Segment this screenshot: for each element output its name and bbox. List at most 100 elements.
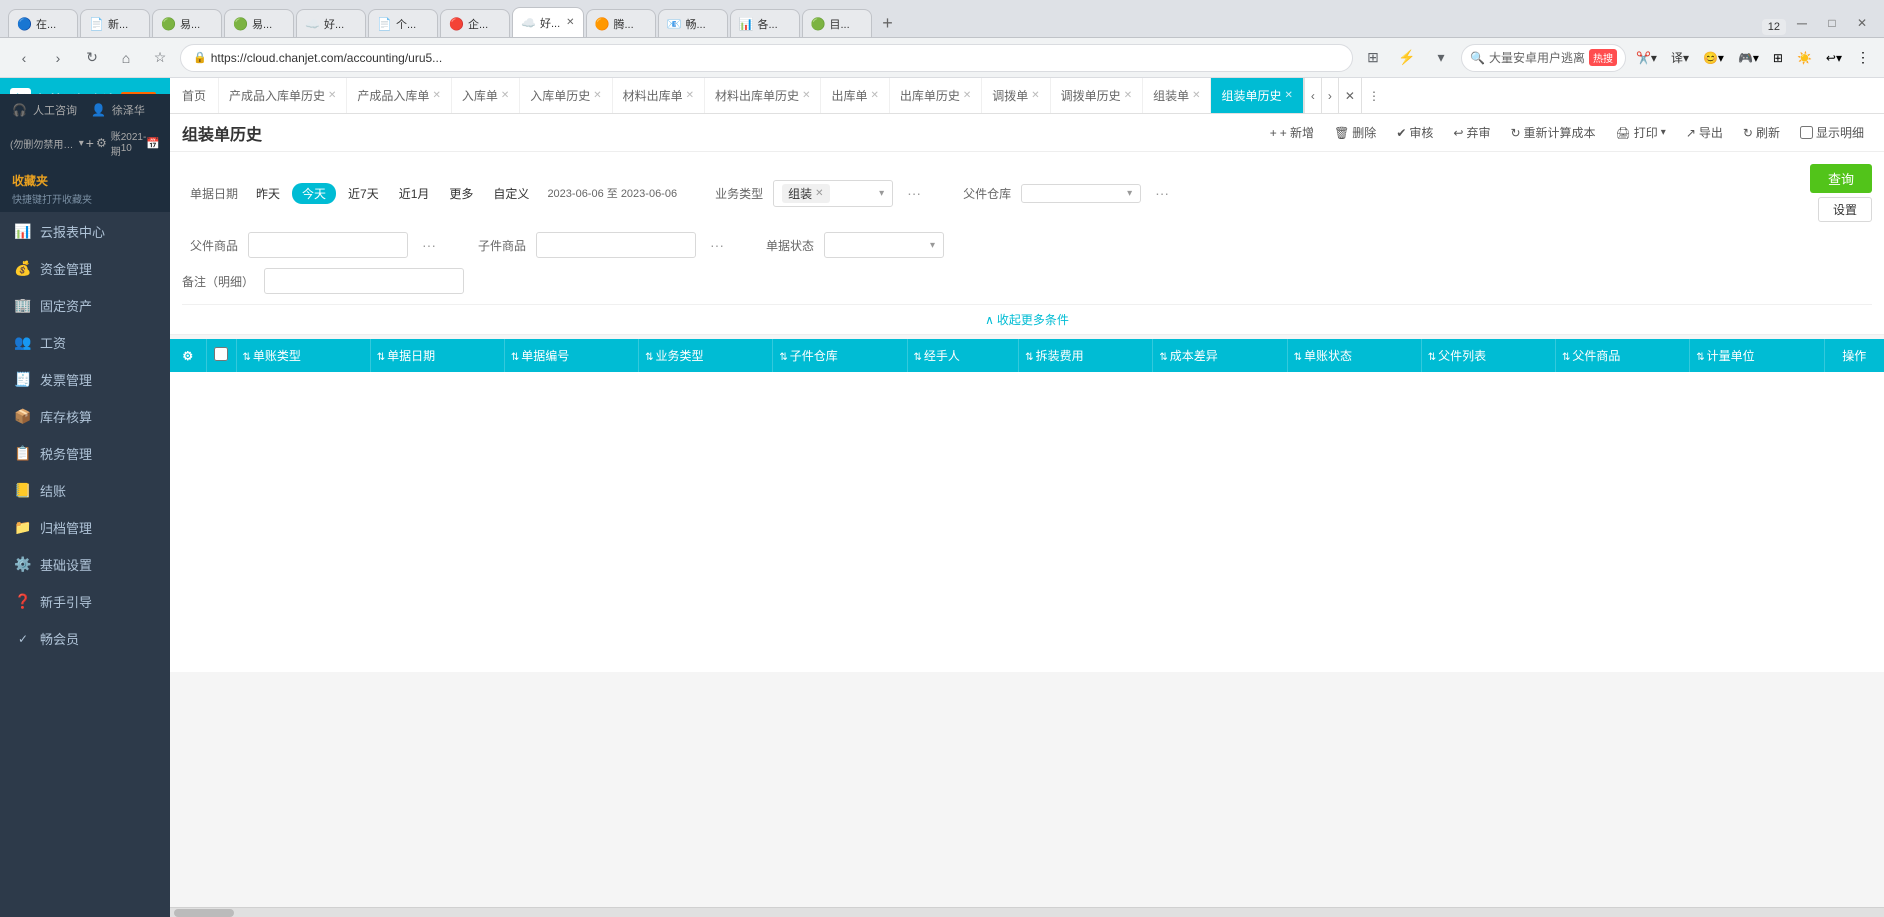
sidebar-item-archive[interactable]: 📁 归档管理 [0,509,170,546]
search-bar[interactable]: 🔍 大量安卓用户逃离 热搜 [1461,44,1626,72]
translate-tool[interactable]: 译▾ [1667,49,1693,66]
browser-tab-1[interactable]: 🔵在... [8,9,78,37]
week7-btn[interactable]: 近7天 [340,183,387,204]
tab-new-button[interactable]: + [874,9,902,37]
query-button[interactable]: 查询 [1810,164,1872,193]
child-goods-more[interactable]: ··· [706,237,728,253]
col-settings[interactable]: ⚙ [170,339,206,372]
nav-tab-transfer-history[interactable]: 调拨单历史 ✕ [1051,78,1143,114]
add-button[interactable]: + + 新增 [1262,120,1322,145]
refresh-button[interactable]: ↻ 刷新 [1735,120,1788,145]
tab-close-assembly[interactable]: ✕ [1192,90,1200,101]
bookmark-button[interactable]: ☆ [146,44,174,72]
biz-type-tag-close[interactable]: ✕ [815,188,823,199]
nav-tab-inbound-history[interactable]: 入库单历史 ✕ [520,78,612,114]
remark-input[interactable] [264,268,464,294]
bookmarks-action[interactable]: 快捷键打开收藏夹 [12,191,158,206]
tab-close-material-out-history[interactable]: ✕ [802,90,810,101]
tab-close-product-history[interactable]: ✕ [328,90,336,101]
nav-tab-material-out[interactable]: 材料出库单 ✕ [613,78,705,114]
print-button[interactable]: 🖨 打印 ▾ [1608,120,1674,145]
sun-tool[interactable]: ☀️ [1793,51,1816,65]
menu-button[interactable]: ⋮ [1852,49,1874,66]
nav-tab-material-out-history[interactable]: 材料出库单历史 ✕ [705,78,821,114]
sidebar-item-inventory[interactable]: 📦 库存核算 [0,398,170,435]
add-company-icon[interactable]: + [86,135,94,151]
browser-tab-8-active[interactable]: ☁️好... ✕ [512,7,584,37]
grid-tool[interactable]: ⊞ [1769,51,1787,65]
sidebar-item-payroll[interactable]: 👥 工资 [0,324,170,361]
col-number[interactable]: ⇅单据编号 [504,339,638,372]
col-doc-type[interactable]: ⇅单账类型 [236,339,370,372]
tab-close-material-out[interactable]: ✕ [686,90,694,101]
sidebar-item-guide[interactable]: ❓ 新手引导 [0,583,170,620]
emoji-tool[interactable]: 😊▾ [1699,51,1728,65]
abandon-button[interactable]: ↩ 弃审 [1445,120,1498,145]
nav-close-all[interactable]: ✕ [1338,78,1361,114]
col-unit[interactable]: ⇅计量单位 [1690,339,1824,372]
browser-tab-10[interactable]: 📧畅... [658,9,728,37]
nav-scroll-right[interactable]: › [1321,78,1338,114]
sidebar-item-invoice[interactable]: 🧾 发票管理 [0,361,170,398]
browser-tab-2[interactable]: 📄新... [80,9,150,37]
parent-warehouse-select[interactable]: ▾ [1021,184,1141,203]
game-tool[interactable]: 🎮▾ [1734,51,1763,65]
back-button[interactable]: ‹ [10,44,38,72]
print-dropdown-icon[interactable]: ▾ [1661,127,1666,138]
dropdown-button[interactable]: ▾ [1427,44,1455,72]
home-button[interactable]: ⌂ [112,44,140,72]
sidebar-item-member[interactable]: ✓ 畅会员 [0,620,170,657]
nav-tab-outbound-history[interactable]: 出库单历史 ✕ [890,78,982,114]
parent-goods-more[interactable]: ··· [418,237,440,253]
nav-tab-product-history[interactable]: 产成品入库单历史 ✕ [219,78,347,114]
col-biz-type[interactable]: ⇅业务类型 [639,339,773,372]
more-date-btn[interactable]: 更多 [441,183,481,204]
settings-icon[interactable]: ⚙ [96,136,107,150]
nav-scroll-left[interactable]: ‹ [1304,78,1321,114]
maximize-button[interactable]: □ [1818,9,1846,37]
recalc-button[interactable]: ↻ 重新计算成本 [1502,120,1603,145]
minimize-button[interactable]: ─ [1788,9,1816,37]
show-detail-checkbox[interactable]: 显示明细 [1792,120,1872,145]
tab-close-assembly-history[interactable]: ✕ [1285,90,1293,101]
show-detail-check[interactable] [1800,126,1813,139]
browser-tab-3[interactable]: 🟢易... [152,9,222,37]
select-all-checkbox[interactable] [214,347,228,361]
parent-warehouse-more[interactable]: ··· [1151,185,1173,201]
browser-tab-12[interactable]: 🟢目... [802,9,872,37]
sidebar-item-closing[interactable]: 📒 结账 [0,472,170,509]
lightning-button[interactable]: ⚡ [1393,44,1421,72]
biz-type-select[interactable]: 组装 ✕ ▾ [773,180,893,207]
col-date[interactable]: ⇅单据日期 [370,339,504,372]
nav-tab-inbound[interactable]: 入库单 ✕ [452,78,520,114]
calendar-icon[interactable]: 📅 [146,137,160,150]
today-btn[interactable]: 今天 [292,183,336,204]
col-checkbox[interactable] [206,339,236,372]
sidebar-item-finance[interactable]: 💰 资金管理 [0,250,170,287]
custom-date-btn[interactable]: 自定义 [485,183,537,204]
col-child-warehouse[interactable]: ⇅子件仓库 [773,339,907,372]
col-disassemble-cost[interactable]: ⇅拆装费用 [1019,339,1153,372]
tab-close-inbound-history[interactable]: ✕ [593,90,601,101]
tab-close-inbound[interactable]: ✕ [501,90,509,101]
sidebar-item-assets[interactable]: 🏢 固定资产 [0,287,170,324]
col-doc-status[interactable]: ⇅单账状态 [1287,339,1421,372]
browser-tab-5[interactable]: ☁️好... [296,9,366,37]
address-bar[interactable]: 🔒 https://cloud.chanjet.com/accounting/u… [180,44,1353,72]
tab-close-8[interactable]: ✕ [566,17,574,28]
delete-button[interactable]: 🗑 删除 [1326,120,1384,145]
nav-tab-transfer[interactable]: 调拨单 ✕ [982,78,1050,114]
user-info[interactable]: 🎧 人工咨询 👤 徐泽华 [0,94,170,126]
col-parent-list[interactable]: ⇅父件列表 [1421,339,1555,372]
parent-goods-input[interactable] [248,232,408,258]
nav-tab-assembly[interactable]: 组装单 ✕ [1143,78,1211,114]
audit-button[interactable]: ✔ 审核 [1388,120,1441,145]
col-handler[interactable]: ⇅经手人 [907,339,1019,372]
nav-more-tabs[interactable]: ⋮ [1361,78,1386,114]
browser-tab-7[interactable]: 🔴企... [440,9,510,37]
parent-warehouse-dropdown[interactable]: ▾ [1127,188,1132,199]
browser-tab-11[interactable]: 📊各... [730,9,800,37]
nav-tab-assembly-history-active[interactable]: 组装单历史 ✕ [1211,78,1303,114]
nav-tab-product[interactable]: 产成品入库单 ✕ [347,78,451,114]
biz-type-dropdown[interactable]: ▾ [879,188,884,199]
